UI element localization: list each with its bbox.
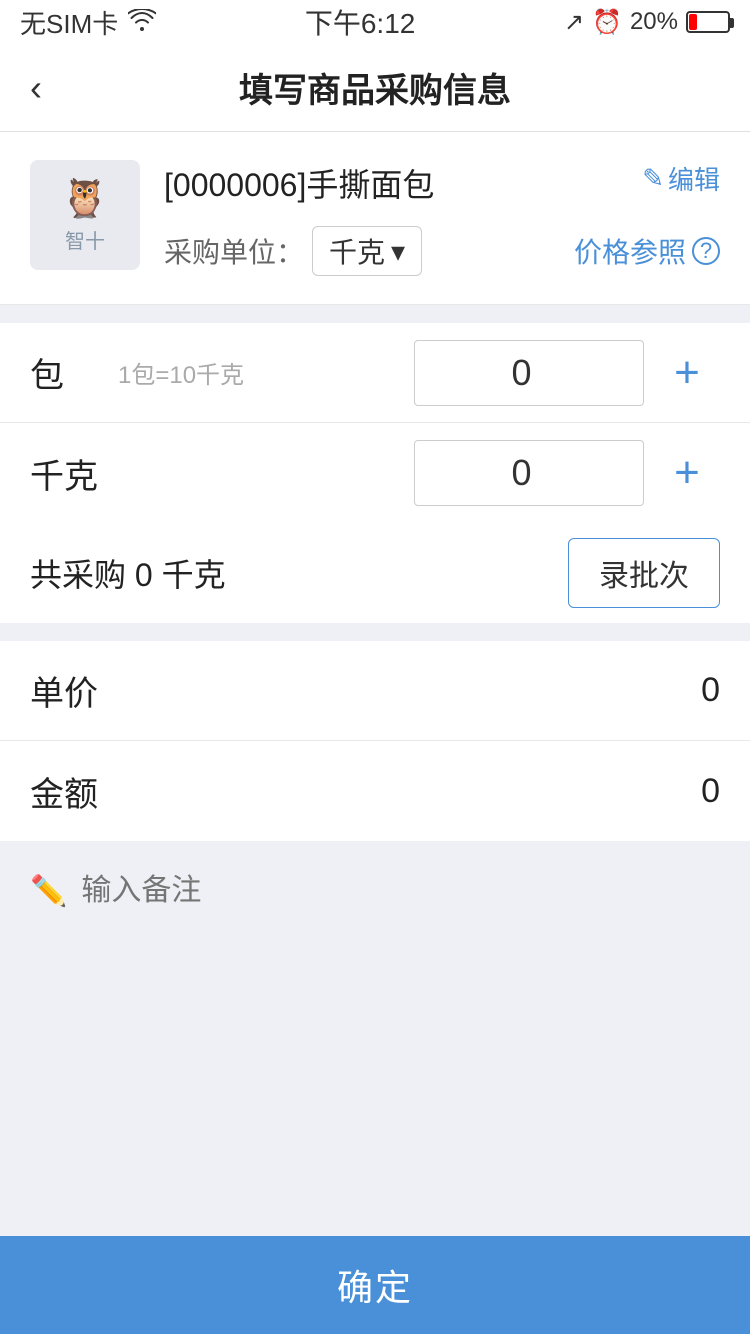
bag-sublabel: 1包=10千克 <box>118 355 244 390</box>
unit-row: 采购单位： 千克 ▾ 价格参照 ? <box>164 226 720 276</box>
help-icon: ? <box>692 237 720 265</box>
price-info-section: 单价 0 金额 0 <box>0 641 750 841</box>
kg-input-right: + <box>414 440 720 506</box>
content-area <box>0 941 750 1251</box>
confirm-button[interactable]: 确定 <box>0 1236 750 1334</box>
pencil-icon: ✏️ <box>30 874 67 909</box>
owl-label: 智十 <box>65 225 105 254</box>
kg-plus-button[interactable]: + <box>654 440 720 506</box>
unit-price-label: 单价 <box>30 666 98 715</box>
owl-icon: 🦉 <box>61 177 108 221</box>
bag-input-row: 包 1包=10千克 + <box>0 323 750 423</box>
bag-quantity-input[interactable] <box>414 340 644 406</box>
bag-plus-button[interactable]: + <box>654 340 720 406</box>
kg-label: 千克 <box>30 449 110 498</box>
unit-label-text: 采购单位： <box>164 231 304 271</box>
nav-bar: ‹ 填写商品采购信息 <box>0 44 750 132</box>
amount-row: 金额 0 <box>0 741 750 841</box>
back-button[interactable]: ‹ <box>30 67 42 109</box>
price-ref-button[interactable]: 价格参照 ? <box>574 231 720 271</box>
amount-value: 0 <box>701 772 720 811</box>
product-card: 🦉 智十 [0000006]手撕面包 ✎ 编辑 采购单位： 千克 ▾ 价格参照 <box>0 132 750 305</box>
location-icon: ↗ <box>564 8 584 37</box>
kg-input-row: 千克 + <box>0 423 750 523</box>
carrier-text: 无SIM卡 <box>20 4 118 41</box>
page-title: 填写商品采购信息 <box>239 63 511 112</box>
bag-input-right: + <box>414 340 720 406</box>
remark-section: ✏️ <box>0 841 750 941</box>
status-bar: 无SIM卡 下午6:12 ↗ ⏰ 20% <box>0 0 750 44</box>
status-right: ↗ ⏰ 20% <box>564 8 730 37</box>
summary-row: 共采购 0 千克 录批次 <box>0 523 750 623</box>
edit-icon: ✎ <box>642 163 664 194</box>
section-divider-1 <box>0 305 750 323</box>
chevron-down-icon: ▾ <box>391 235 405 268</box>
input-section: 包 1包=10千克 + 千克 + <box>0 323 750 523</box>
summary-text: 共采购 0 千克 <box>30 550 226 596</box>
battery-percent: 20% <box>630 8 678 36</box>
edit-button[interactable]: ✎ 编辑 <box>642 160 720 197</box>
battery-icon <box>686 11 730 33</box>
time-text: 下午6:12 <box>305 2 416 42</box>
unit-price-row: 单价 0 <box>0 641 750 741</box>
record-batch-button[interactable]: 录批次 <box>568 538 720 608</box>
alarm-icon: ⏰ <box>592 8 622 37</box>
product-info: [0000006]手撕面包 ✎ 编辑 采购单位： 千克 ▾ 价格参照 ? <box>164 160 720 276</box>
product-header: [0000006]手撕面包 ✎ 编辑 <box>164 160 720 206</box>
status-left: 无SIM卡 <box>20 4 156 41</box>
bag-label: 包 <box>30 348 110 397</box>
product-image: 🦉 智十 <box>30 160 140 270</box>
remark-input[interactable] <box>81 874 720 908</box>
wifi-icon <box>128 7 156 38</box>
unit-select[interactable]: 千克 ▾ <box>312 226 422 276</box>
kg-quantity-input[interactable] <box>414 440 644 506</box>
product-name: [0000006]手撕面包 <box>164 160 434 206</box>
unit-price-value: 0 <box>701 671 720 710</box>
section-divider-2 <box>0 623 750 641</box>
amount-label: 金额 <box>30 767 98 816</box>
